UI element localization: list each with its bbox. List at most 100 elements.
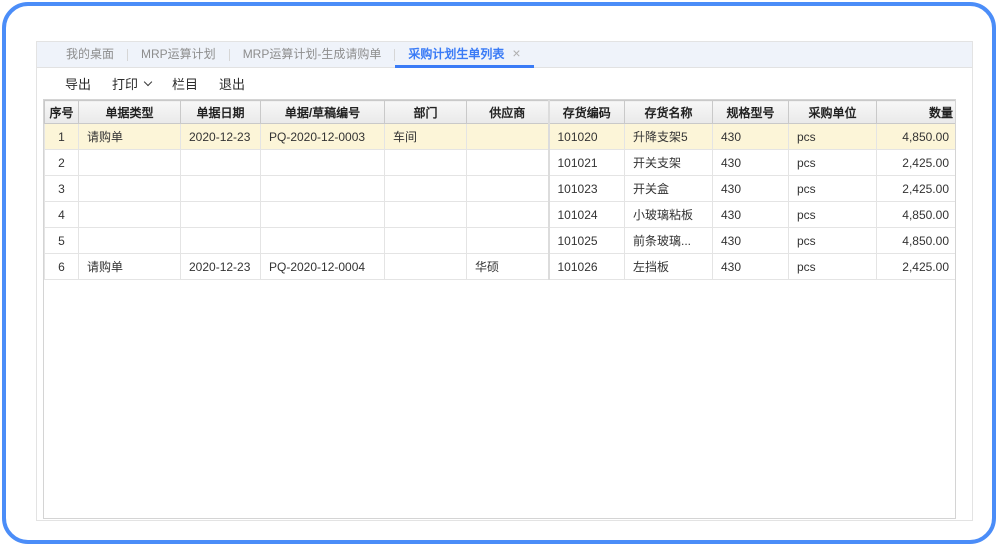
table-cell: pcs: [789, 202, 877, 228]
table-cell: [385, 254, 467, 280]
table-cell: PQ-2020-12-0004: [261, 254, 385, 280]
table-cell: 请购单: [79, 124, 181, 150]
table-cell: 2020-12-23: [181, 254, 261, 280]
table-cell: [261, 150, 385, 176]
table-cell: 开关盒: [625, 176, 713, 202]
table-cell: [79, 202, 181, 228]
window-frame: 我的桌面 MRP运算计划 MRP运算计划-生成请购单 采购计划生单列表 × 导出…: [2, 2, 996, 544]
table-cell: [385, 228, 467, 254]
table-cell: 2,425.00: [877, 254, 957, 280]
table-cell: 2,425.00: [877, 176, 957, 202]
tab-my-desktop[interactable]: 我的桌面: [53, 42, 127, 68]
export-label: 导出: [65, 74, 91, 93]
table-cell: [385, 202, 467, 228]
table-cell: pcs: [789, 176, 877, 202]
table-cell: 430: [713, 254, 789, 280]
table-cell: 1: [45, 124, 79, 150]
chevron-down-icon: [144, 78, 152, 86]
table-cell: 5: [45, 228, 79, 254]
table-cell: 4,850.00: [877, 124, 957, 150]
column-header[interactable]: 采购单位: [789, 101, 877, 124]
table-cell: [261, 202, 385, 228]
column-header[interactable]: 单据类型: [79, 101, 181, 124]
tab-purchase-plan-doc-list[interactable]: 采购计划生单列表 ×: [395, 42, 533, 68]
table-cell: 101026: [549, 254, 625, 280]
tab-mrp-plan-generate-request[interactable]: MRP运算计划-生成请购单: [230, 42, 395, 68]
table-cell: 101025: [549, 228, 625, 254]
table-cell: pcs: [789, 124, 877, 150]
data-grid: 序号单据类型单据日期单据/草稿编号部门供应商存货编码存货名称规格型号采购单位数量…: [43, 99, 956, 519]
table-cell: [79, 150, 181, 176]
table-row[interactable]: 3 101023开关盒430pcs2,425.00: [45, 176, 957, 202]
columns-label: 栏目: [172, 74, 198, 93]
table-cell: 2020-12-23: [181, 124, 261, 150]
close-icon[interactable]: ×: [512, 46, 520, 60]
table-cell: 6: [45, 254, 79, 280]
table-body: 1请购单2020-12-23PQ-2020-12-0003车间101020升降支…: [45, 124, 957, 280]
toolbar: 导出 打印 栏目 退出: [37, 68, 972, 99]
table-cell: 101021: [549, 150, 625, 176]
table-cell: 4,850.00: [877, 228, 957, 254]
tab-label: MRP运算计划: [141, 45, 216, 62]
tab-label: 采购计划生单列表: [408, 45, 504, 62]
column-header[interactable]: 部门: [385, 101, 467, 124]
table-cell: 华硕: [467, 254, 549, 280]
table-cell: 开关支架: [625, 150, 713, 176]
table-cell: 小玻璃粘板: [625, 202, 713, 228]
table-cell: PQ-2020-12-0003: [261, 124, 385, 150]
table-cell: [467, 150, 549, 176]
tab-label: MRP运算计划-生成请购单: [243, 45, 382, 62]
table-cell: 4,850.00: [877, 202, 957, 228]
table-cell: [181, 202, 261, 228]
table-cell: pcs: [789, 254, 877, 280]
table-cell: [385, 176, 467, 202]
column-header[interactable]: 供应商: [467, 101, 549, 124]
table-cell: [181, 176, 261, 202]
column-header[interactable]: 规格型号: [713, 101, 789, 124]
table-cell: 430: [713, 150, 789, 176]
table-cell: 430: [713, 202, 789, 228]
purchase-plan-table: 序号单据类型单据日期单据/草稿编号部门供应商存货编码存货名称规格型号采购单位数量…: [44, 100, 956, 280]
table-cell: 请购单: [79, 254, 181, 280]
columns-button[interactable]: 栏目: [172, 74, 198, 93]
table-row[interactable]: 5101025前条玻璃...430pcs4,850.00: [45, 228, 957, 254]
table-cell: 101023: [549, 176, 625, 202]
table-cell: [79, 228, 181, 254]
table-cell: 3: [45, 176, 79, 202]
table-row[interactable]: 4101024小玻璃粘板430pcs4,850.00: [45, 202, 957, 228]
table-cell: 车间: [385, 124, 467, 150]
table-cell: [261, 228, 385, 254]
tab-bar: 我的桌面 MRP运算计划 MRP运算计划-生成请购单 采购计划生单列表 ×: [37, 42, 972, 68]
column-header[interactable]: 数量: [877, 101, 957, 124]
column-header[interactable]: 存货名称: [625, 101, 713, 124]
table-cell: 101020: [549, 124, 625, 150]
table-cell: [181, 150, 261, 176]
print-label: 打印: [112, 74, 138, 93]
table-cell: [181, 228, 261, 254]
table-cell: pcs: [789, 228, 877, 254]
column-header[interactable]: 存货编码: [549, 101, 625, 124]
table-cell: 升降支架5: [625, 124, 713, 150]
table-cell: 430: [713, 124, 789, 150]
exit-button[interactable]: 退出: [219, 74, 245, 93]
tab-mrp-plan[interactable]: MRP运算计划: [128, 42, 229, 68]
column-header[interactable]: 单据/草稿编号: [261, 101, 385, 124]
table-cell: 430: [713, 228, 789, 254]
column-header[interactable]: 单据日期: [181, 101, 261, 124]
table-header-row: 序号单据类型单据日期单据/草稿编号部门供应商存货编码存货名称规格型号采购单位数量: [45, 101, 957, 124]
exit-label: 退出: [219, 74, 245, 93]
table-row[interactable]: 6请购单2020-12-23PQ-2020-12-0004 华硕101026左挡板…: [45, 254, 957, 280]
table-cell: [467, 228, 549, 254]
export-button[interactable]: 导出: [65, 74, 91, 93]
table-cell: 430: [713, 176, 789, 202]
table-cell: 2: [45, 150, 79, 176]
column-header[interactable]: 序号: [45, 101, 79, 124]
table-row[interactable]: 2101021开关支架430pcs2,425.00: [45, 150, 957, 176]
table-cell: pcs: [789, 150, 877, 176]
table-row[interactable]: 1请购单2020-12-23PQ-2020-12-0003车间 101020升降支…: [45, 124, 957, 150]
table-cell: 101024: [549, 202, 625, 228]
tab-label: 我的桌面: [66, 45, 114, 62]
table-cell: 左挡板: [625, 254, 713, 280]
table-cell: [79, 176, 181, 202]
print-button[interactable]: 打印: [112, 74, 151, 93]
